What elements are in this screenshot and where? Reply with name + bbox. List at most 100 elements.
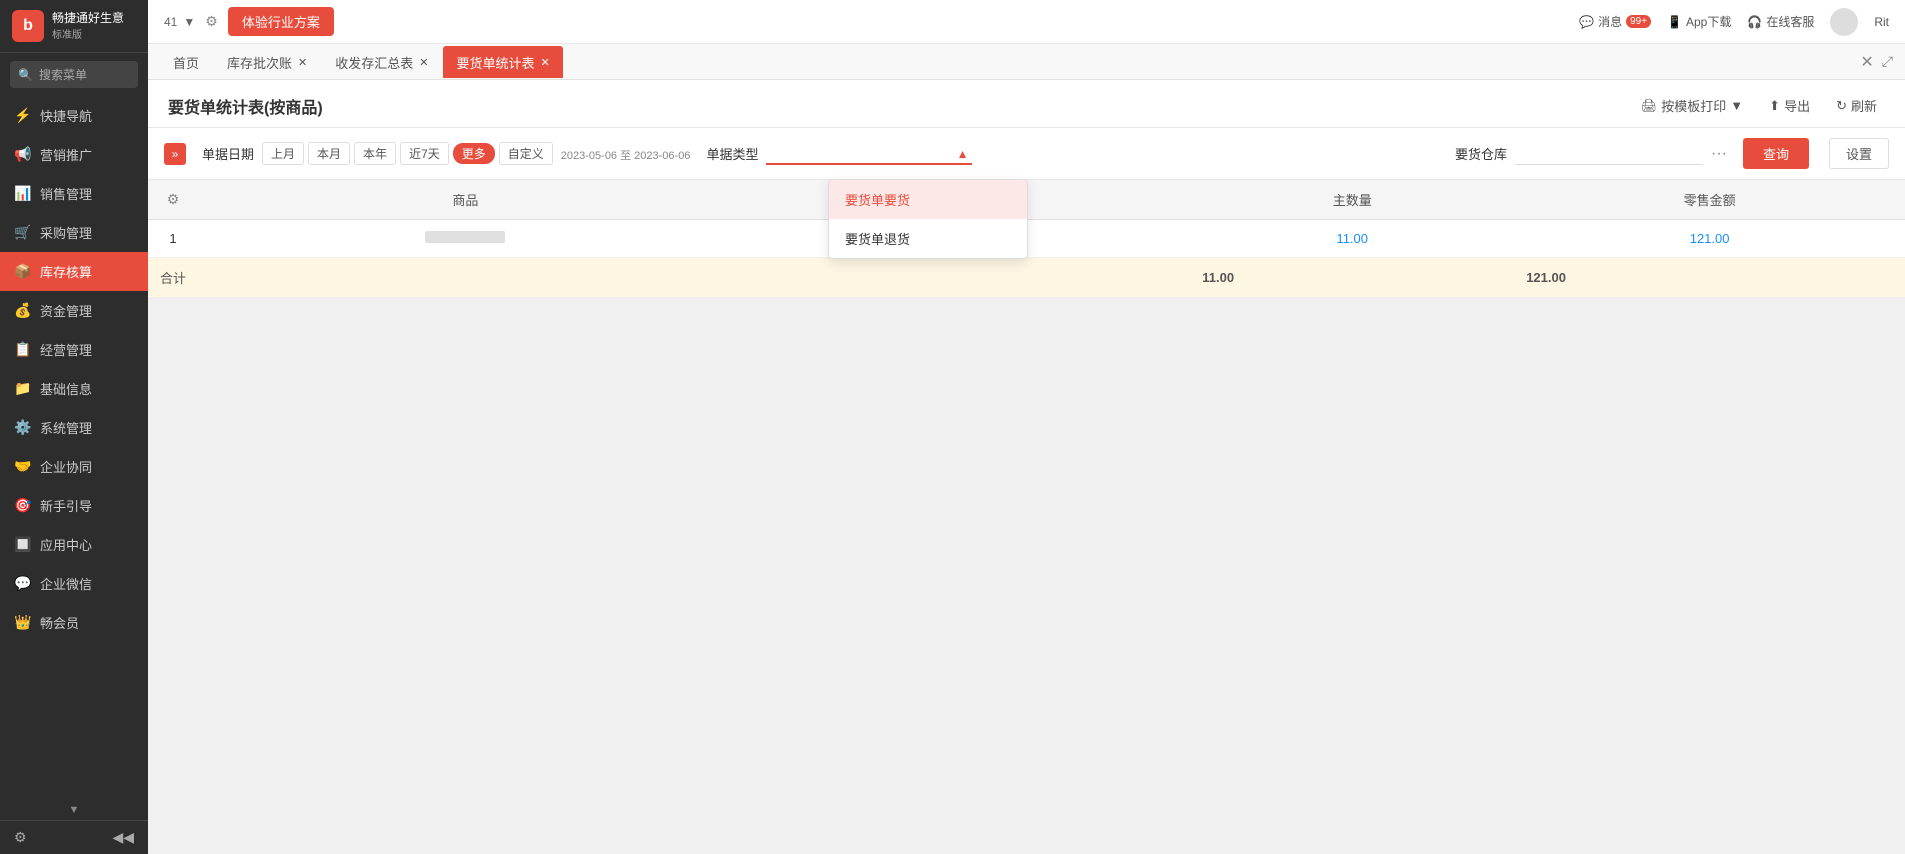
row-quantity-link[interactable]: 11.00 bbox=[1336, 231, 1368, 246]
settings-icon[interactable]: ⚙ bbox=[14, 829, 27, 846]
nav-label-base-info: 基础信息 bbox=[40, 379, 92, 398]
dropdown-item-order-return[interactable]: 要货单退货 bbox=[829, 219, 1027, 258]
sidebar-item-finance[interactable]: 💰 资金管理 bbox=[0, 291, 148, 330]
row-quantity: 11.00 bbox=[1190, 220, 1514, 258]
col-settings-icon[interactable]: ⚙ bbox=[167, 191, 180, 207]
tab-receive-summary-label: 收发存汇总表 bbox=[335, 53, 413, 72]
date-btn-this-year[interactable]: 本年 bbox=[354, 142, 396, 165]
nav-label-marketing: 营销推广 bbox=[40, 145, 92, 164]
filter-type-label: 单据类型 bbox=[706, 144, 758, 163]
sidebar-bottom: ⚙ ◀◀ bbox=[0, 820, 148, 854]
footer-label: 合计 bbox=[148, 258, 733, 298]
sidebar-scroll-down[interactable]: ▼ bbox=[0, 800, 148, 820]
breadcrumb-arrow: ▼ bbox=[183, 15, 195, 29]
sidebar-item-marketing[interactable]: 📢 营销推广 bbox=[0, 135, 148, 174]
row-product bbox=[198, 220, 733, 258]
date-btn-last-month[interactable]: 上月 bbox=[262, 142, 304, 165]
tab-order-stats[interactable]: 要货单统计表 ✕ bbox=[443, 46, 562, 78]
export-icon: ⬆ bbox=[1769, 98, 1780, 114]
footer-amount: 121.00 bbox=[1514, 258, 1905, 298]
filter-settings-btn[interactable]: 设置 bbox=[1829, 138, 1889, 169]
tab-order-stats-close[interactable]: ✕ bbox=[541, 56, 550, 69]
sidebar-item-inventory[interactable]: 📦 库存核算 bbox=[0, 252, 148, 291]
nav-icon-purchase: 🛒 bbox=[14, 224, 32, 241]
filter-type-input[interactable] bbox=[766, 142, 972, 165]
filter-warehouse-group: 要货仓库 ··· bbox=[1455, 143, 1727, 165]
export-btn[interactable]: ⬆ 导出 bbox=[1761, 92, 1818, 119]
tabbar-actions: ✕ ⤢ bbox=[1860, 52, 1893, 72]
footer-empty bbox=[733, 258, 1191, 298]
footer-quantity: 11.00 bbox=[1190, 258, 1514, 298]
user-avatar[interactable] bbox=[1830, 8, 1858, 36]
filter-warehouse-input[interactable] bbox=[1515, 143, 1703, 165]
nav-label-finance: 资金管理 bbox=[40, 301, 92, 320]
sidebar-item-app-center[interactable]: 🔲 应用中心 bbox=[0, 525, 148, 564]
sidebar-item-member[interactable]: 👑 畅会员 bbox=[0, 603, 148, 642]
sidebar-item-enterprise[interactable]: 🤝 企业协同 bbox=[0, 447, 148, 486]
sidebar-item-sales[interactable]: 📊 销售管理 bbox=[0, 174, 148, 213]
main-area: 41 ▼ ⚙ 体验行业方案 💬 消息 99+ 📱 App下载 🎧 在线客服 Ri… bbox=[148, 0, 1905, 854]
print-btn[interactable]: 🖨 按模板打印 ▼ bbox=[1633, 92, 1751, 119]
dropdown-item-order-goods[interactable]: 要货单要货 bbox=[829, 180, 1027, 219]
page-title: 要货单统计表(按商品) bbox=[168, 94, 323, 118]
date-btn-last-7days[interactable]: 近7天 bbox=[400, 142, 449, 165]
nav-label-inventory: 库存核算 bbox=[40, 262, 92, 281]
app-version: 标准版 bbox=[52, 26, 124, 41]
filter-more-icon[interactable]: ··· bbox=[1711, 145, 1727, 163]
sidebar-item-purchase[interactable]: 🛒 采购管理 bbox=[0, 213, 148, 252]
online-service-btn[interactable]: 🎧 在线客服 bbox=[1747, 13, 1814, 30]
filter-date-group: 单据日期 上月 本月 本年 近7天 更多 自定义 2023-05-06 至 20… bbox=[202, 142, 690, 165]
sidebar-item-shortcut[interactable]: ⚡ 快捷导航 bbox=[0, 96, 148, 135]
close-all-tabs-btn[interactable]: ✕ bbox=[1860, 52, 1873, 72]
tab-home[interactable]: 首页 bbox=[160, 46, 212, 78]
tab-inventory-batch-close[interactable]: ✕ bbox=[298, 56, 307, 69]
breadcrumb-num: 41 bbox=[164, 15, 177, 29]
sidebar-item-guide[interactable]: 🎯 新手引导 bbox=[0, 486, 148, 525]
print-icon: 🖨 bbox=[1641, 98, 1658, 114]
search-icon: 🔍 bbox=[18, 68, 33, 82]
tab-inventory-batch[interactable]: 库存批次账 ✕ bbox=[214, 46, 320, 78]
filter-expand-btn[interactable]: » bbox=[164, 143, 186, 165]
sidebar-item-base-info[interactable]: 📁 基础信息 bbox=[0, 369, 148, 408]
logo-icon: b bbox=[12, 10, 44, 42]
filter-type-dropdown-arrow[interactable]: ▲ bbox=[957, 147, 969, 161]
topbar-settings-icon[interactable]: ⚙ bbox=[205, 13, 218, 30]
sidebar-item-wechat[interactable]: 💬 企业微信 bbox=[0, 564, 148, 603]
collapse-icon[interactable]: ◀◀ bbox=[112, 829, 134, 846]
sidebar-item-operations[interactable]: 📋 经营管理 bbox=[0, 330, 148, 369]
nav-icon-operations: 📋 bbox=[14, 341, 32, 358]
filter-query-btn[interactable]: 查询 bbox=[1743, 138, 1809, 169]
topbar-right: 💬 消息 99+ 📱 App下载 🎧 在线客服 Rit bbox=[1579, 8, 1889, 36]
date-btn-custom[interactable]: 自定义 bbox=[499, 142, 553, 165]
tab-receive-summary-close[interactable]: ✕ bbox=[419, 56, 428, 69]
sidebar-item-system[interactable]: ⚙️ 系统管理 bbox=[0, 408, 148, 447]
tab-receive-summary[interactable]: 收发存汇总表 ✕ bbox=[322, 46, 441, 78]
app-download-btn[interactable]: 📱 App下载 bbox=[1667, 13, 1731, 30]
tab-home-label: 首页 bbox=[173, 53, 199, 72]
filter-type-input-wrapper: ▲ bbox=[766, 142, 972, 165]
nav-icon-finance: 💰 bbox=[14, 302, 32, 319]
page-actions: 🖨 按模板打印 ▼ ⬆ 导出 ↻ 刷新 bbox=[1633, 92, 1885, 119]
trial-btn[interactable]: 体验行业方案 bbox=[228, 7, 334, 36]
nav-label-wechat: 企业微信 bbox=[40, 574, 92, 593]
sidebar-search[interactable]: 🔍 搜索菜单 bbox=[10, 61, 138, 88]
message-icon: 💬 bbox=[1579, 15, 1594, 29]
messages-btn[interactable]: 💬 消息 99+ bbox=[1579, 13, 1651, 30]
refresh-btn[interactable]: ↻ 刷新 bbox=[1828, 92, 1885, 119]
nav-icon-guide: 🎯 bbox=[14, 497, 32, 514]
row-amount-link[interactable]: 121.00 bbox=[1690, 231, 1730, 246]
col-settings[interactable]: ⚙ bbox=[148, 180, 198, 220]
date-btn-this-month[interactable]: 本月 bbox=[308, 142, 350, 165]
nav-icon-member: 👑 bbox=[14, 614, 32, 631]
nav-icon-inventory: 📦 bbox=[14, 263, 32, 280]
sidebar: b 畅捷通好生意 标准版 🔍 搜索菜单 ⚡ 快捷导航 📢 营销推广 📊 销售管理… bbox=[0, 0, 148, 854]
nav-icon-marketing: 📢 bbox=[14, 146, 32, 163]
date-btn-more[interactable]: 更多 bbox=[453, 143, 495, 164]
refresh-icon: ↻ bbox=[1836, 98, 1847, 114]
content-area: 要货单统计表(按商品) 🖨 按模板打印 ▼ ⬆ 导出 ↻ 刷新 » bbox=[148, 80, 1905, 854]
table-footer-row: 合计 11.00 121.00 bbox=[148, 258, 1905, 298]
row-num: 1 bbox=[148, 220, 198, 258]
breadcrumb: 41 ▼ bbox=[164, 15, 195, 29]
expand-tab-btn[interactable]: ⤢ bbox=[1882, 53, 1893, 70]
nav-icon-base-info: 📁 bbox=[14, 380, 32, 397]
